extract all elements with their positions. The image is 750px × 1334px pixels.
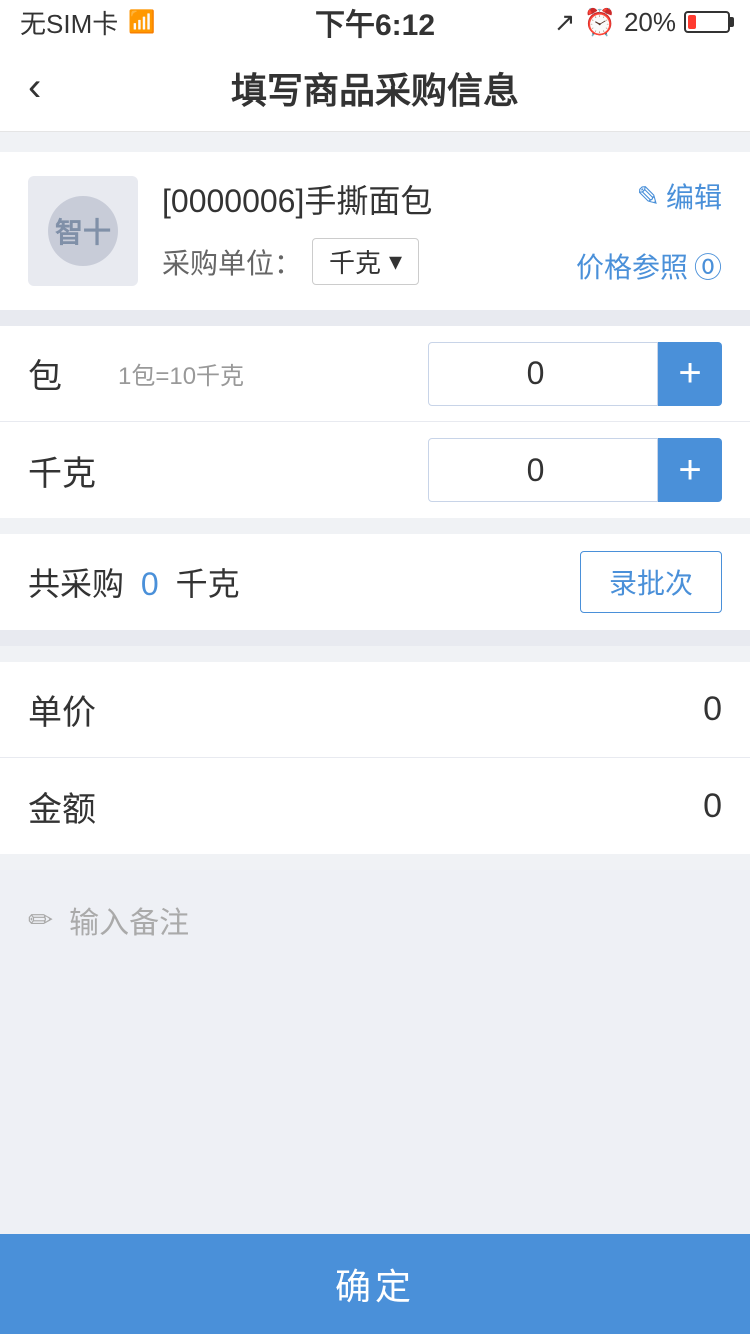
page-title: 填写商品采购信息 xyxy=(231,62,519,114)
package-quantity-input[interactable] xyxy=(428,342,658,406)
status-time: 下午6:12 xyxy=(315,0,435,44)
unit-label: 采购单位： xyxy=(162,242,302,282)
nav-bar: ‹ 填写商品采购信息 xyxy=(0,44,750,132)
status-right: ↗ ⏰ 20% xyxy=(554,7,730,38)
amount-row: 金额 0 xyxy=(0,758,750,854)
price-ref-button[interactable]: 价格参照 ⓪ xyxy=(576,246,722,286)
unit-value: 千克 xyxy=(329,243,381,280)
alarm-icon: ⏰ xyxy=(584,7,616,38)
battery-bar xyxy=(684,11,730,33)
amount-label: 金额 xyxy=(28,782,96,831)
kg-plus-button[interactable]: + xyxy=(658,438,722,502)
unit-price-value: 0 xyxy=(703,690,722,729)
carrier-text: 无SIM卡 xyxy=(20,4,118,41)
product-logo: 智十 xyxy=(48,196,118,266)
summary-text: 共采购 0 千克 xyxy=(28,559,240,605)
unit-select[interactable]: 千克 ▾ xyxy=(312,238,419,285)
location-icon: ↗ xyxy=(554,7,576,38)
amount-value: 0 xyxy=(703,787,722,826)
product-image: 智十 xyxy=(28,176,138,286)
package-sub-label: 1包=10千克 xyxy=(118,356,244,391)
edit-button[interactable]: ✎ 编辑 xyxy=(637,176,722,216)
divider-1 xyxy=(0,310,750,326)
price-ref-label: 价格参照 xyxy=(576,246,688,286)
remark-section[interactable]: ✏ 输入备注 xyxy=(0,870,750,970)
kg-row: 千克 + xyxy=(0,422,750,518)
input-section: 包 1包=10千克 + 千克 + xyxy=(0,326,750,518)
unit-price-row: 单价 0 xyxy=(0,662,750,758)
confirm-button[interactable]: 确定 xyxy=(0,1234,750,1334)
status-bar: 无SIM卡 📶 下午6:12 ↗ ⏰ 20% xyxy=(0,0,750,44)
summary-row: 共采购 0 千克 录批次 xyxy=(0,534,750,630)
package-input-group: + xyxy=(428,342,722,406)
unit-dropdown-icon: ▾ xyxy=(389,246,402,277)
batch-button[interactable]: 录批次 xyxy=(580,551,722,613)
kg-label: 千克 xyxy=(28,446,108,495)
package-label: 包 xyxy=(28,349,108,398)
battery-fill xyxy=(688,15,696,29)
kg-quantity-input[interactable] xyxy=(428,438,658,502)
edit-icon: ✎ xyxy=(637,180,660,213)
kg-input-group: + xyxy=(428,438,722,502)
remark-placeholder: 输入备注 xyxy=(69,898,189,942)
back-button[interactable]: ‹ xyxy=(28,65,41,110)
divider-2 xyxy=(0,630,750,646)
unit-price-label: 单价 xyxy=(28,685,96,734)
package-plus-button[interactable]: + xyxy=(658,342,722,406)
package-row: 包 1包=10千克 + xyxy=(0,326,750,422)
summary-amount: 0 xyxy=(141,566,159,602)
price-info-section: 单价 0 金额 0 xyxy=(0,662,750,854)
wifi-icon: 📶 xyxy=(128,9,155,35)
status-left: 无SIM卡 📶 xyxy=(20,4,156,41)
battery-text: 20% xyxy=(624,7,676,38)
remark-icon: ✏ xyxy=(28,903,53,938)
edit-label: 编辑 xyxy=(666,176,722,216)
product-card: 智十 [0000006]手撕面包 采购单位： 千克 ▾ ✎ 编辑 价格参照 ⓪ xyxy=(0,152,750,310)
content-area xyxy=(0,970,750,1270)
help-icon: ⓪ xyxy=(694,246,722,286)
